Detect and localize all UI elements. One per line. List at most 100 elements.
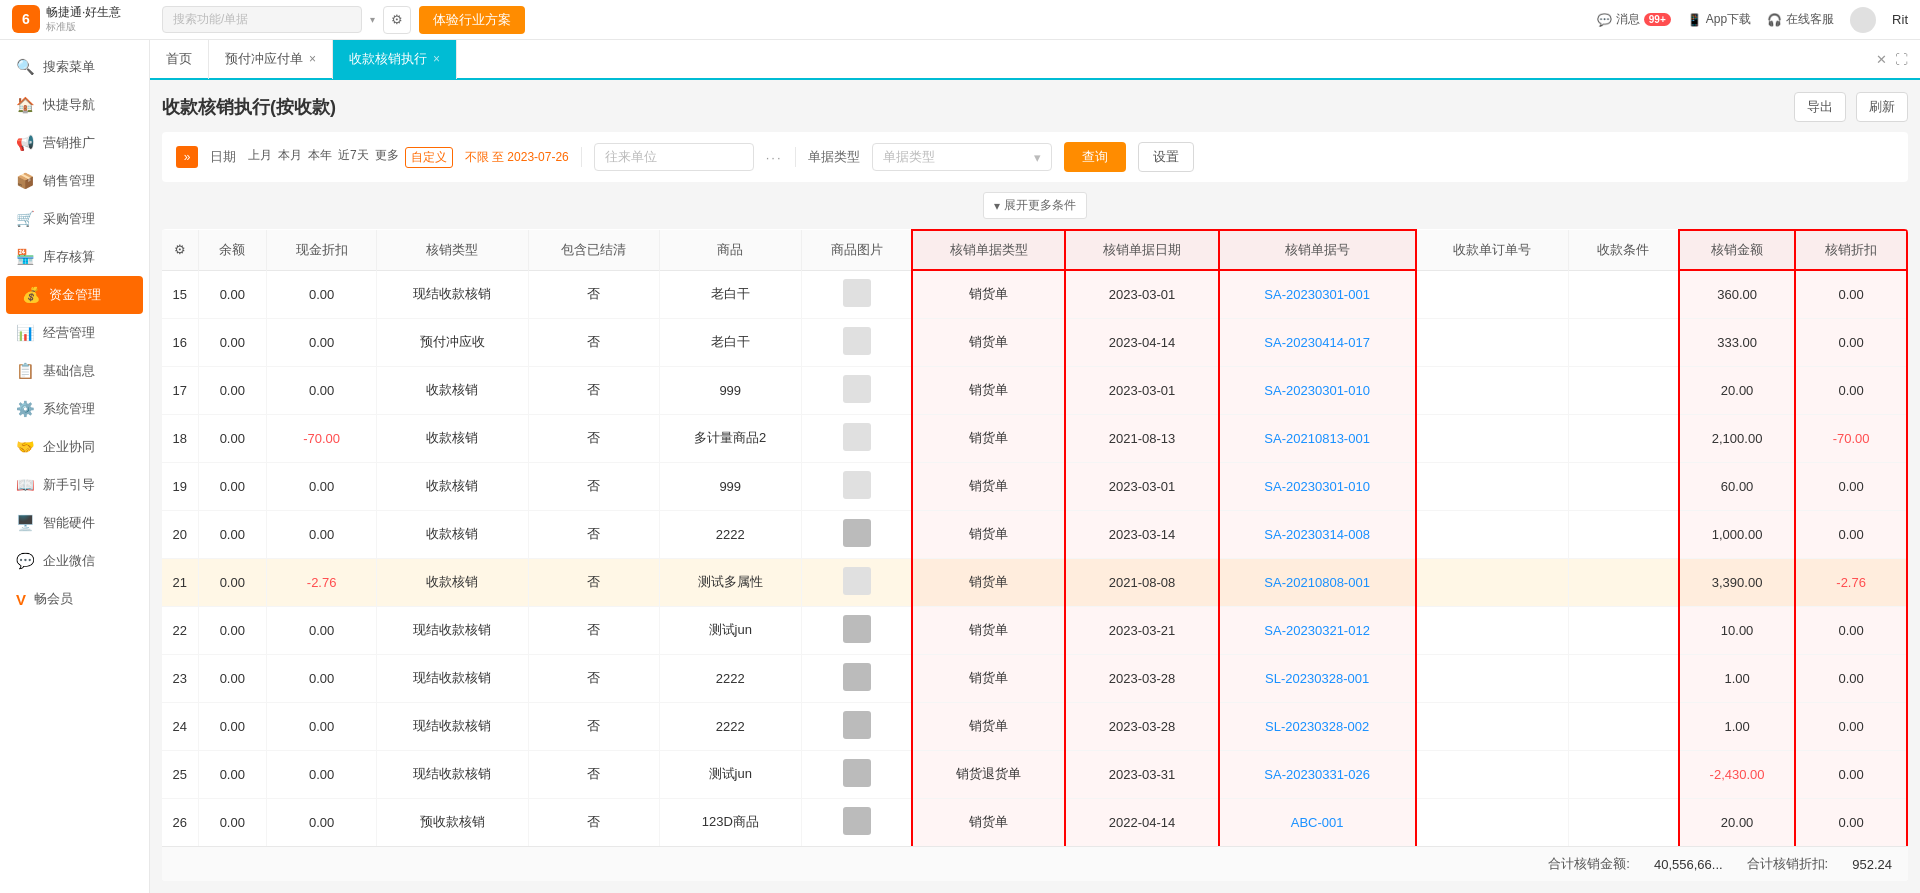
date-more[interactable]: 更多 [375, 147, 399, 168]
cell-goods: 2222 [659, 702, 801, 750]
guide-icon: 📖 [16, 476, 35, 494]
sidebar-item-enterprise[interactable]: 🤝 企业协同 [0, 428, 149, 466]
top-search-input[interactable]: 搜索功能/单据 [162, 6, 362, 33]
cell-settled: 否 [528, 510, 659, 558]
cell-bill-no[interactable]: SA-20230321-012 [1219, 606, 1416, 654]
bill-no-link[interactable]: ABC-001 [1291, 815, 1344, 830]
expand-conditions-btn[interactable]: ▾ 展开更多条件 [983, 192, 1087, 219]
bill-type-select[interactable]: 单据类型 ▾ [872, 143, 1052, 171]
cell-bill-no[interactable]: SA-20230331-026 [1219, 750, 1416, 798]
app-download-btn[interactable]: 📱 App下载 [1687, 11, 1751, 28]
bill-no-link[interactable]: SA-20230301-010 [1264, 479, 1370, 494]
cell-bill-type: 销货单 [912, 318, 1065, 366]
query-btn[interactable]: 查询 [1064, 142, 1126, 172]
cell-receipt-condition [1568, 510, 1679, 558]
cell-row-num: 19 [162, 462, 198, 510]
sidebar-item-operations[interactable]: 📊 经营管理 [0, 314, 149, 352]
sidebar-item-inventory[interactable]: 🏪 库存核算 [0, 238, 149, 276]
cell-bill-no[interactable]: SA-20230301-010 [1219, 366, 1416, 414]
home-tab-label: 首页 [166, 50, 192, 68]
tab-home[interactable]: 首页 [150, 40, 209, 79]
bill-no-link[interactable]: SA-20230414-017 [1264, 335, 1370, 350]
sidebar-item-sales[interactable]: 📦 销售管理 [0, 162, 149, 200]
bill-no-link[interactable]: SA-20230331-026 [1264, 767, 1370, 782]
setting-btn[interactable]: 设置 [1138, 142, 1194, 172]
sidebar-item-label: 畅会员 [34, 590, 73, 608]
date-custom[interactable]: 自定义 [405, 147, 453, 168]
cell-cash-discount: 0.00 [267, 366, 377, 414]
export-btn[interactable]: 导出 [1794, 92, 1846, 122]
bill-no-link[interactable]: SL-20230328-001 [1265, 671, 1369, 686]
sidebar-item-finance[interactable]: 💰 资金管理 [6, 276, 143, 314]
tab-receipt-offset[interactable]: 收款核销执行 × [333, 40, 457, 79]
sidebar-item-label: 销售管理 [43, 172, 95, 190]
sidebar-item-member[interactable]: V 畅会员 [0, 580, 149, 618]
cell-bill-no[interactable]: SA-20210808-001 [1219, 558, 1416, 606]
cell-bill-date: 2023-03-21 [1065, 606, 1218, 654]
sidebar-item-purchase[interactable]: 🛒 采购管理 [0, 200, 149, 238]
settings-gear-btn[interactable]: ⚙ [383, 6, 411, 34]
cell-goods: 多计量商品2 [659, 414, 801, 462]
data-table: ⚙ 余额 现金折扣 核销类型 包含已结清 商品 商品图片 核销单据类型 核销单据… [162, 229, 1908, 846]
cell-bill-no[interactable]: SA-20210813-001 [1219, 414, 1416, 462]
date-this-year[interactable]: 本年 [308, 147, 332, 168]
cell-offset-amount: -2,430.00 [1679, 750, 1795, 798]
filter-expand-btn[interactable]: » [176, 146, 198, 168]
table-scroll[interactable]: ⚙ 余额 现金折扣 核销类型 包含已结清 商品 商品图片 核销单据类型 核销单据… [162, 229, 1908, 846]
hardware-icon: 🖥️ [16, 514, 35, 532]
sidebar-item-marketing[interactable]: 📢 营销推广 [0, 124, 149, 162]
bill-no-link[interactable]: SL-20230328-002 [1265, 719, 1369, 734]
online-service-btn[interactable]: 🎧 在线客服 [1767, 11, 1834, 28]
cell-bill-no[interactable]: SA-20230301-010 [1219, 462, 1416, 510]
partner-filter-input[interactable]: 往来单位 [594, 143, 754, 171]
user-avatar[interactable] [1850, 7, 1876, 33]
date-7days[interactable]: 近7天 [338, 147, 369, 168]
cell-cash-discount: -2.76 [267, 558, 377, 606]
cell-receipt-order [1416, 558, 1568, 606]
cell-bill-no[interactable]: SA-20230301-001 [1219, 270, 1416, 318]
cell-receipt-order [1416, 366, 1568, 414]
sidebar-item-guide[interactable]: 📖 新手引导 [0, 466, 149, 504]
col-gear[interactable]: ⚙ [162, 230, 198, 270]
bill-type-label: 单据类型 [808, 148, 860, 166]
bill-no-link[interactable]: SA-20210813-001 [1264, 431, 1370, 446]
bill-no-link[interactable]: SA-20230321-012 [1264, 623, 1370, 638]
tab-close-window-icon[interactable]: ✕ [1876, 52, 1887, 67]
logo-area: 6 畅捷通·好生意 标准版 [12, 5, 152, 33]
notification-btn[interactable]: 💬 消息 99+ [1597, 11, 1671, 28]
cell-bill-no[interactable]: SA-20230314-008 [1219, 510, 1416, 558]
tab-prepay[interactable]: 预付冲应付单 × [209, 40, 333, 79]
cell-bill-type: 销货单 [912, 558, 1065, 606]
date-this-month[interactable]: 本月 [278, 147, 302, 168]
cell-bill-date: 2023-03-01 [1065, 462, 1218, 510]
page-title: 收款核销执行(按收款) [162, 95, 336, 119]
goods-image [843, 615, 871, 643]
prepay-tab-close-icon[interactable]: × [309, 52, 316, 66]
bill-type-placeholder: 单据类型 [883, 148, 935, 166]
date-prev-month[interactable]: 上月 [248, 147, 272, 168]
sidebar-item-basics[interactable]: 📋 基础信息 [0, 352, 149, 390]
cell-offset-type: 现结收款核销 [377, 750, 529, 798]
cell-bill-no[interactable]: SL-20230328-002 [1219, 702, 1416, 750]
cell-bill-no[interactable]: SL-20230328-001 [1219, 654, 1416, 702]
refresh-btn[interactable]: 刷新 [1856, 92, 1908, 122]
online-service-label: 在线客服 [1786, 11, 1834, 28]
sidebar-item-wechat[interactable]: 💬 企业微信 [0, 542, 149, 580]
notification-label: 消息 [1616, 11, 1640, 28]
bill-no-link[interactable]: SA-20230301-010 [1264, 383, 1370, 398]
receipt-offset-tab-close-icon[interactable]: × [433, 52, 440, 66]
cell-bill-no[interactable]: ABC-001 [1219, 798, 1416, 846]
cell-bill-date: 2021-08-13 [1065, 414, 1218, 462]
bill-no-link[interactable]: SA-20230301-001 [1264, 287, 1370, 302]
sidebar-item-hardware[interactable]: 🖥️ 智能硬件 [0, 504, 149, 542]
sidebar-item-system[interactable]: ⚙️ 系统管理 [0, 390, 149, 428]
bill-no-link[interactable]: SA-20210808-001 [1264, 575, 1370, 590]
bill-no-link[interactable]: SA-20230314-008 [1264, 527, 1370, 542]
cell-settled: 否 [528, 366, 659, 414]
cell-bill-no[interactable]: SA-20230414-017 [1219, 318, 1416, 366]
search-dropdown-arrow[interactable]: ▾ [370, 14, 375, 25]
sidebar-item-quick-nav[interactable]: 🏠 快捷导航 [0, 86, 149, 124]
sidebar-item-search-menu[interactable]: 🔍 搜索菜单 [0, 48, 149, 86]
tab-maximize-icon[interactable]: ⛶ [1895, 52, 1908, 67]
trial-industry-btn[interactable]: 体验行业方案 [419, 6, 525, 34]
